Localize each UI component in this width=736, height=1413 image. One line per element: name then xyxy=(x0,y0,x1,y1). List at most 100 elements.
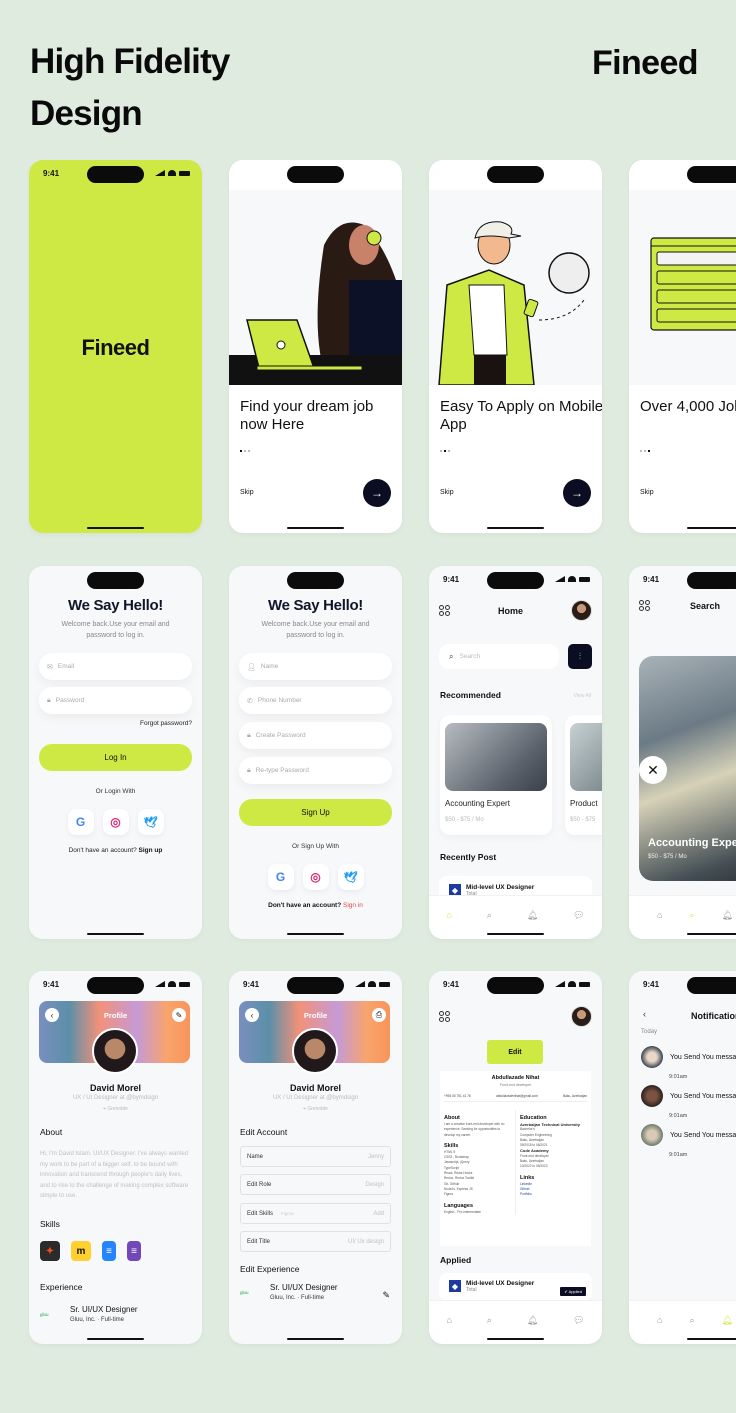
retype-password-field[interactable]: 🔒︎ Re-type Password xyxy=(239,757,392,784)
job-card[interactable]: Product $50 - $75 xyxy=(565,715,602,835)
next-button[interactable]: → xyxy=(563,479,591,507)
home-indicator xyxy=(487,1338,544,1340)
login-button[interactable]: Log In xyxy=(39,744,192,771)
google-button[interactable]: G xyxy=(67,809,94,835)
notifications-screen: 9:41 ‹ Notifications Today You Send You … xyxy=(629,971,736,1344)
resume-skill: Figma xyxy=(444,1192,453,1197)
or-login-with: Or Login With xyxy=(95,788,136,795)
avatar[interactable] xyxy=(570,600,592,621)
dynamic-island xyxy=(487,572,544,589)
job-list-illustration xyxy=(629,190,736,385)
home-indicator xyxy=(87,933,144,935)
forgot-password-link[interactable]: Forgot password? xyxy=(140,720,192,727)
login-subtitle: Welcome back.Use your email and password… xyxy=(61,621,170,639)
instagram-button[interactable]: ◎ xyxy=(302,864,329,890)
avatar xyxy=(641,1124,663,1146)
miro-icon: m xyxy=(71,1241,91,1261)
instagram-icon: ◎ xyxy=(310,870,321,884)
signup-prompt: Don't have an account? Sign up xyxy=(68,847,163,854)
email-field[interactable]: ✉ Email xyxy=(39,653,192,680)
job-card[interactable]: Accounting Expert $50 - $75 / Mo xyxy=(440,715,552,835)
experience-item[interactable]: gluu Sr. UI/UX Designer Gluu, Inc. · Full… xyxy=(40,1305,138,1323)
onboarding-screen-1: Find your dream job now Here Skip → xyxy=(229,160,402,533)
home-tab-icon[interactable]: ⌂ xyxy=(657,1315,662,1344)
search-input[interactable]: ⌕ Search xyxy=(439,644,559,669)
or-signup-with: Or Sign Up With xyxy=(292,843,339,850)
home-tab-icon[interactable]: ⌂ xyxy=(657,910,662,939)
lock-icon: 🔒︎ xyxy=(47,696,51,704)
status-icons xyxy=(355,981,390,987)
create-password-field[interactable]: 🔒︎ Create Password xyxy=(239,722,392,749)
avatar xyxy=(641,1085,663,1107)
title-field[interactable]: Edit Title UI/ Ux design xyxy=(240,1231,391,1252)
next-button[interactable]: → xyxy=(363,479,391,507)
twitter-button[interactable]: 🕊︎ xyxy=(137,809,164,835)
about-text: Hi, I'm David Islam. UI/UX Designer. I'v… xyxy=(40,1151,189,1199)
home-indicator xyxy=(87,1338,144,1340)
search-screen: 9:41 Search ✕ Accounting Expert $50 - $7… xyxy=(629,566,736,939)
home-tab-icon[interactable]: ⌂ xyxy=(446,910,451,939)
resume-document: Abdullazade Nihat Front-end developer +9… xyxy=(440,1071,591,1246)
edit-resume-button[interactable]: Edit xyxy=(487,1040,543,1064)
home-tab-icon[interactable]: ⌂ xyxy=(446,1315,451,1344)
dynamic-island xyxy=(87,977,144,994)
edit-button[interactable]: ✎ xyxy=(172,1008,186,1022)
search-icon: ⌕ xyxy=(449,651,454,661)
name-field[interactable]: 👤︎ Name xyxy=(239,653,392,680)
dynamic-island xyxy=(87,572,144,589)
signup-link[interactable]: Sign up xyxy=(139,847,163,854)
skip-link[interactable]: Skip xyxy=(440,489,454,496)
add-skill-button[interactable]: Add xyxy=(373,1211,384,1217)
skills-list: ✦ m ≡ ≡ xyxy=(40,1241,141,1261)
onboarding-screen-2: Easy To Apply on Mobile App Skip → xyxy=(429,160,602,533)
social-login: G ◎ 🕊︎ xyxy=(29,809,202,835)
avatar[interactable] xyxy=(571,1006,592,1027)
signup-button[interactable]: Sign Up xyxy=(239,799,392,826)
notification-item[interactable]: You Send You message xyxy=(641,1085,736,1107)
status-icons xyxy=(155,170,190,176)
google-button[interactable]: G xyxy=(267,864,294,890)
chat-tab-icon[interactable]: 💬︎ xyxy=(573,1315,584,1344)
back-button[interactable]: ‹ xyxy=(45,1008,59,1022)
google-icon: G xyxy=(75,815,86,829)
signin-link[interactable]: Sign in xyxy=(343,902,363,909)
twitter-button[interactable]: 🕊︎ xyxy=(337,864,364,890)
dismiss-button[interactable]: ✕ xyxy=(639,756,667,784)
notification-item[interactable]: You Send You message xyxy=(641,1046,736,1068)
menu-grid-icon[interactable] xyxy=(439,1011,450,1022)
role-field[interactable]: Edit Role Design xyxy=(240,1174,391,1195)
name-field[interactable]: Name Jenny xyxy=(240,1146,391,1167)
splash-logo: Fineed xyxy=(81,335,150,360)
skills-field[interactable]: Edit Skills Figma Add xyxy=(240,1203,391,1224)
back-chevron-icon[interactable]: ‹ xyxy=(643,1009,646,1019)
password-field[interactable]: 🔒︎ Password xyxy=(39,687,192,714)
home-indicator xyxy=(287,1338,344,1340)
edit-profile-screen: 9:41 Profile ‹ ⎙ David Morel UX / UI Des… xyxy=(229,971,402,1344)
edit-experience-pencil-icon[interactable]: ✎ xyxy=(382,1290,390,1301)
status-icons xyxy=(155,981,190,987)
signup-screen: We Say Hello! Welcome back.Use your emai… xyxy=(229,566,402,939)
notification-item[interactable]: You Send You message xyxy=(641,1124,736,1146)
applied-job-post[interactable]: ◆ Mid-level UX Designer Total ✔ Applied xyxy=(439,1273,592,1301)
profile-screen: 9:41 Profile ‹ ✎ David Morel UX / UI Des… xyxy=(29,971,202,1344)
view-all-link[interactable]: View All xyxy=(574,693,591,699)
signup-title: We Say Hello! xyxy=(267,597,364,614)
skip-link[interactable]: Skip xyxy=(240,489,254,496)
splash-screen: 9:41 Fineed xyxy=(29,160,202,533)
menu-grid-icon[interactable] xyxy=(439,605,450,616)
print-button[interactable]: ⎙ xyxy=(372,1008,386,1022)
phone-field[interactable]: ✆ Phone Number xyxy=(239,687,392,714)
portfolio-link[interactable]: Portfolio xyxy=(520,1192,587,1197)
filter-button[interactable]: ⫶ xyxy=(568,644,592,669)
chat-tab-icon[interactable]: 💬︎ xyxy=(573,910,584,939)
menu-grid-icon[interactable] xyxy=(639,600,650,611)
signin-prompt: Don't have an account? Sign in xyxy=(268,902,363,909)
skip-link[interactable]: Skip xyxy=(640,489,654,496)
back-button[interactable]: ‹ xyxy=(245,1008,259,1022)
dynamic-island xyxy=(687,977,736,994)
experience-item[interactable]: gluu Sr. UI/UX Designer Gluu, Inc. · Full… xyxy=(240,1283,338,1301)
instagram-button[interactable]: ◎ xyxy=(102,809,129,835)
sliders-icon: ⫶ xyxy=(578,651,582,661)
onboarding-title: Easy To Apply on Mobile App xyxy=(440,398,602,433)
onboarding-screen-3: Over 4,000 Jobs waiting For you Skip xyxy=(629,160,736,533)
